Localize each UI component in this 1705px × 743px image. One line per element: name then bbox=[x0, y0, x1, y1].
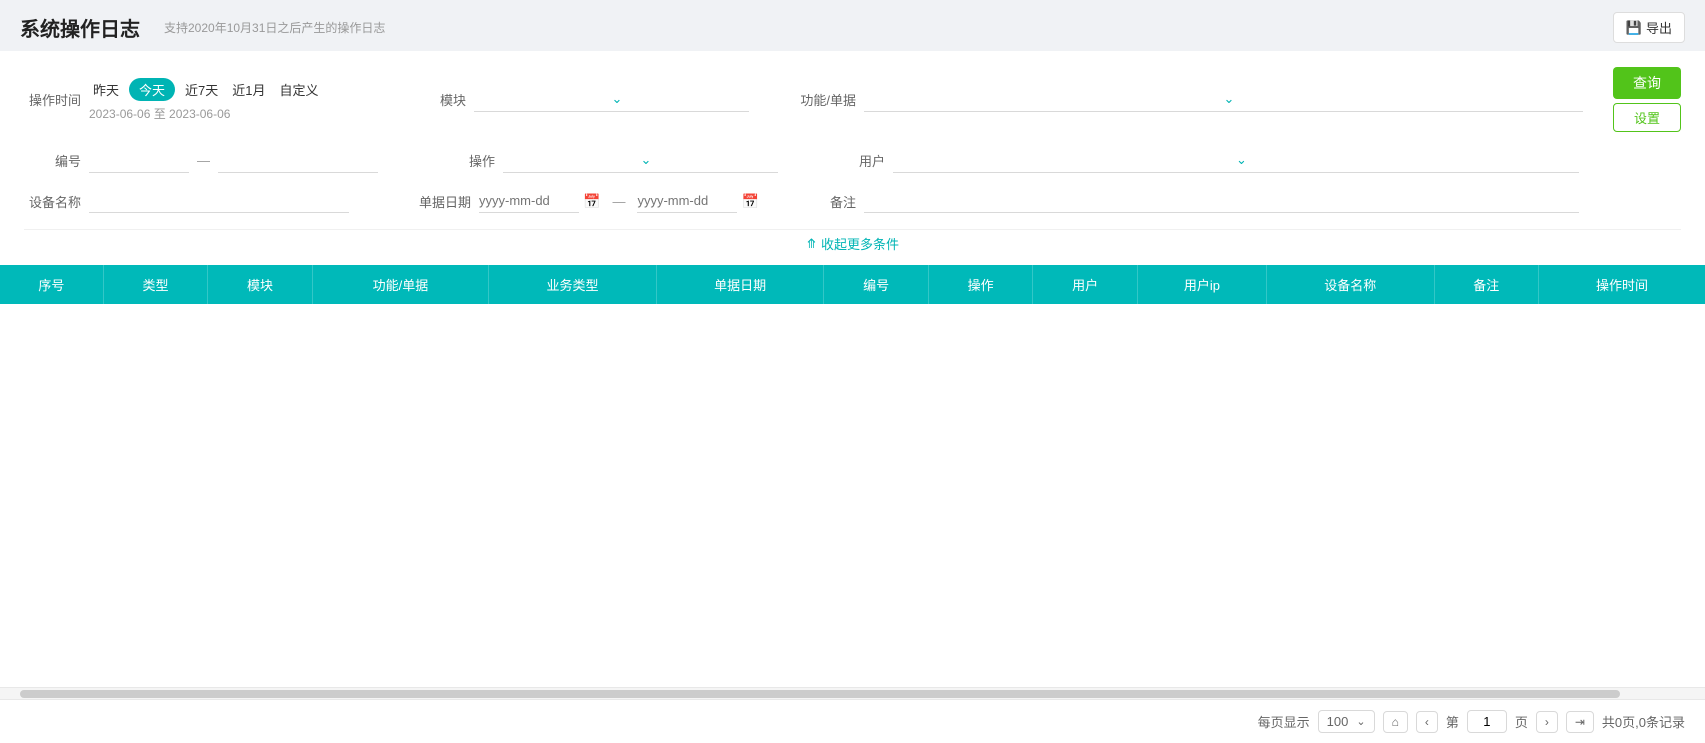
collapse-label: 收起更多条件 bbox=[821, 234, 899, 253]
time-label: 操作时间 bbox=[24, 90, 89, 109]
op-chevron-icon: ⌄ bbox=[641, 152, 779, 168]
time-btn-today[interactable]: 今天 bbox=[129, 78, 175, 101]
user-select[interactable]: ⌄ bbox=[893, 148, 1579, 173]
horizontal-scrollbar[interactable] bbox=[0, 687, 1705, 699]
op-label: 操作 bbox=[438, 151, 503, 170]
module-label: 模块 bbox=[409, 90, 474, 109]
col-op-time: 操作时间 bbox=[1539, 265, 1705, 304]
time-range-display: 2023-06-06 至 2023-06-06 bbox=[89, 105, 349, 122]
page-title: 系统操作日志 bbox=[20, 13, 140, 42]
calendar-to-icon[interactable]: 📅 bbox=[741, 193, 758, 210]
time-btn-yesterday[interactable]: 昨天 bbox=[89, 78, 123, 101]
func-chevron-icon: ⌄ bbox=[1224, 91, 1584, 107]
total-label: 共0页,0条记录 bbox=[1602, 712, 1685, 731]
page-size-value: 100 bbox=[1327, 714, 1349, 729]
date-from-input[interactable] bbox=[479, 189, 579, 213]
collapse-button[interactable]: ⤊ 收起更多条件 bbox=[24, 234, 1681, 253]
col-type: 类型 bbox=[103, 265, 207, 304]
page-label: 第 bbox=[1446, 712, 1459, 731]
col-index: 序号 bbox=[0, 265, 103, 304]
col-biz-type: 业务类型 bbox=[489, 265, 657, 304]
first-page-button[interactable]: ⌂ bbox=[1383, 711, 1408, 733]
export-label: 导出 bbox=[1646, 18, 1672, 37]
col-remark: 备注 bbox=[1434, 265, 1538, 304]
user-label: 用户 bbox=[818, 151, 893, 170]
module-select[interactable]: ⌄ bbox=[474, 87, 749, 112]
num-from-input[interactable] bbox=[89, 149, 189, 173]
date-to-input[interactable] bbox=[637, 189, 737, 213]
device-input[interactable] bbox=[89, 189, 349, 213]
export-button[interactable]: 💾 导出 bbox=[1613, 12, 1685, 43]
pagination-bar: 每页显示 100 ⌄ ⌂ ‹ 第 页 › ⇥ 共0页,0条记录 bbox=[0, 699, 1705, 743]
page-unit: 页 bbox=[1515, 712, 1528, 731]
col-func: 功能/单据 bbox=[312, 265, 488, 304]
num-to-input[interactable] bbox=[218, 149, 378, 173]
query-button[interactable]: 查询 bbox=[1613, 67, 1681, 99]
prev-page-button[interactable]: ‹ bbox=[1416, 711, 1438, 733]
func-select[interactable]: ⌄ bbox=[864, 87, 1583, 112]
page-size-select[interactable]: 100 ⌄ bbox=[1318, 710, 1375, 733]
data-table: 序号 类型 模块 功能/单据 业务类型 单据日期 编号 操作 用户 用户ip 设… bbox=[0, 265, 1705, 304]
next-page-button[interactable]: › bbox=[1536, 711, 1558, 733]
col-device: 设备名称 bbox=[1266, 265, 1434, 304]
date-label: 单据日期 bbox=[409, 192, 479, 211]
settings-button[interactable]: 设置 bbox=[1613, 103, 1681, 132]
remark-label: 备注 bbox=[789, 192, 864, 211]
col-op: 操作 bbox=[928, 265, 1032, 304]
calendar-from-icon[interactable]: 📅 bbox=[583, 193, 600, 210]
time-btn-1month[interactable]: 近1月 bbox=[228, 78, 269, 101]
col-user: 用户 bbox=[1033, 265, 1137, 304]
module-chevron-icon: ⌄ bbox=[612, 91, 750, 107]
page-size-chevron-icon: ⌄ bbox=[1356, 715, 1365, 728]
user-chevron-icon: ⌄ bbox=[1236, 152, 1579, 168]
op-select[interactable]: ⌄ bbox=[503, 148, 778, 173]
device-label: 设备名称 bbox=[24, 192, 89, 211]
page-size-label: 每页显示 bbox=[1258, 712, 1310, 731]
func-label: 功能/单据 bbox=[789, 90, 864, 109]
export-icon: 💾 bbox=[1626, 20, 1642, 36]
time-btn-custom[interactable]: 自定义 bbox=[276, 78, 323, 101]
num-label: 编号 bbox=[24, 151, 89, 170]
remark-input[interactable] bbox=[864, 189, 1579, 213]
page-number-input[interactable] bbox=[1467, 710, 1507, 733]
col-module: 模块 bbox=[208, 265, 312, 304]
col-ip: 用户ip bbox=[1137, 265, 1266, 304]
last-page-button[interactable]: ⇥ bbox=[1566, 711, 1594, 733]
collapse-icon: ⤊ bbox=[806, 236, 817, 252]
col-num: 编号 bbox=[824, 265, 928, 304]
col-date: 单据日期 bbox=[656, 265, 824, 304]
page-subtitle: 支持2020年10月31日之后产生的操作日志 bbox=[164, 19, 385, 36]
time-btn-7days[interactable]: 近7天 bbox=[181, 78, 222, 101]
